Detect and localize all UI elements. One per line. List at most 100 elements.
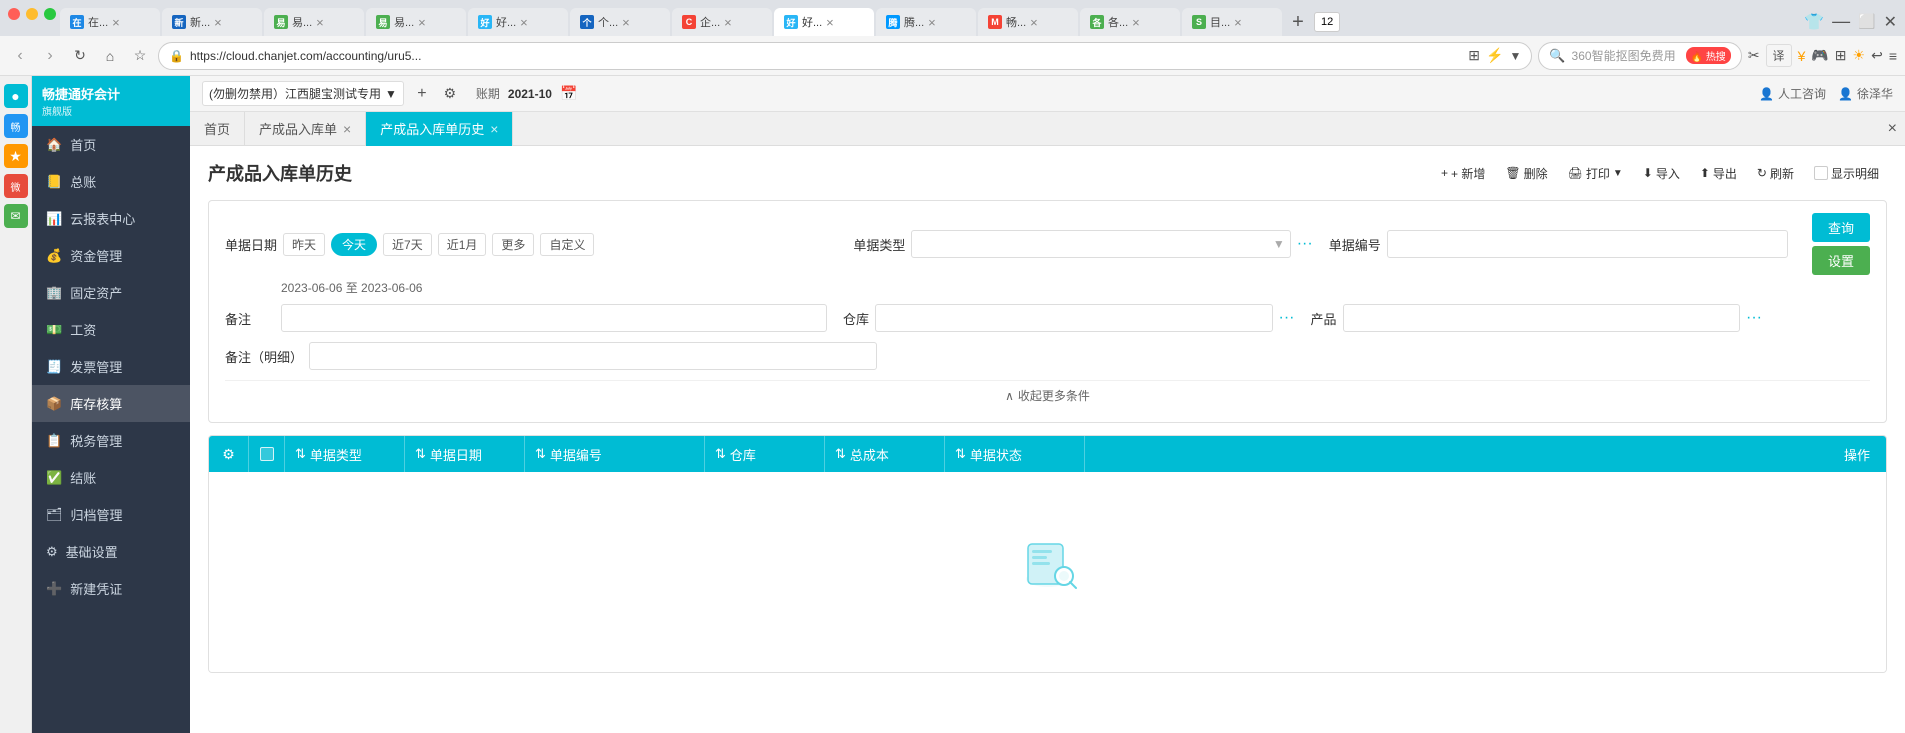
product-input[interactable] — [1343, 304, 1741, 332]
sidebar-item-inventory[interactable]: 📦 库存核算 — [32, 385, 190, 422]
window-close-btn[interactable] — [8, 8, 20, 20]
ai-consult-link[interactable]: 👤 人工咨询 — [1759, 85, 1826, 102]
tab-close-2[interactable]: × — [214, 15, 222, 30]
sidebar-item-archive[interactable]: 🗂 归档管理 — [32, 496, 190, 533]
sidebar-item-reports[interactable]: 📊 云报表中心 — [32, 200, 190, 237]
nav-favorite-btn[interactable]: ☆ — [128, 44, 152, 68]
tab-2[interactable]: 新 新... × — [162, 8, 262, 36]
sort-type-icon[interactable]: ⇅ — [295, 446, 306, 462]
tab-list[interactable]: 产成品入库单 × — [245, 112, 366, 146]
nav-forward-btn[interactable]: › — [38, 44, 62, 68]
date-btn-more[interactable]: 更多 — [492, 233, 534, 256]
th-check[interactable] — [249, 436, 285, 472]
tab-count[interactable]: 12 — [1314, 12, 1340, 32]
tab-close-11[interactable]: × — [1132, 15, 1140, 30]
th-gear[interactable]: ⚙ — [209, 436, 249, 472]
sidebar-item-basic[interactable]: ⚙ 基础设置 — [32, 533, 190, 570]
export-btn[interactable]: ⬆ 导出 — [1692, 161, 1745, 186]
sidebar-item-salary[interactable]: 💵 工资 — [32, 311, 190, 348]
date-btn-7days[interactable]: 近7天 — [383, 233, 432, 256]
tab-1[interactable]: 在 在... × — [60, 8, 160, 36]
search-360-bar[interactable]: 🔍 360智能抠图免费用 🔥 热搜 — [1538, 42, 1741, 70]
sort-date-icon[interactable]: ⇅ — [415, 446, 426, 462]
tab-close-6[interactable]: × — [622, 15, 630, 30]
tab-close-7[interactable]: × — [724, 15, 732, 30]
sort-warehouse-icon[interactable]: ⇅ — [715, 446, 726, 462]
type-dots[interactable]: ··· — [1297, 235, 1313, 253]
app-icon-cj[interactable]: 畅 — [4, 114, 28, 138]
num-input[interactable] — [1387, 230, 1788, 258]
warehouse-dots[interactable]: ··· — [1279, 309, 1295, 327]
tab-list-close[interactable]: × — [343, 121, 351, 137]
sort-status-icon[interactable]: ⇅ — [955, 446, 966, 462]
tab-close-8[interactable]: × — [826, 15, 834, 30]
date-btn-today[interactable]: 今天 — [331, 233, 377, 256]
tab-home[interactable]: 首页 — [190, 112, 245, 146]
collapse-btn[interactable]: ∧ 收起更多条件 — [993, 383, 1102, 408]
sidebar-item-newbill[interactable]: ➕ 新建凭证 — [32, 570, 190, 607]
app-icon-mail[interactable]: ✉ — [4, 204, 28, 228]
url-bar[interactable]: 🔒 https://cloud.chanjet.com/accounting/u… — [158, 42, 1532, 70]
nav-home-btn[interactable]: ⌂ — [98, 44, 122, 68]
calendar-icon[interactable]: 📅 — [560, 85, 577, 102]
more-btn[interactable]: ≡ — [1889, 48, 1897, 64]
sort-cost-icon[interactable]: ⇅ — [835, 446, 846, 462]
date-btn-1month[interactable]: 近1月 — [438, 233, 487, 256]
tab-add-btn[interactable]: + — [1284, 8, 1312, 36]
print-btn[interactable]: 🖨 打印 ▼ — [1560, 161, 1631, 186]
window-restore-btn[interactable]: ⬜ — [1858, 13, 1875, 30]
tab-close-9[interactable]: × — [928, 15, 936, 30]
sidebar-item-invoice[interactable]: 🧾 发票管理 — [32, 348, 190, 385]
warehouse-input[interactable] — [875, 304, 1273, 332]
tab-history[interactable]: 产成品入库单历史 × — [366, 112, 513, 146]
date-btn-custom[interactable]: 自定义 — [540, 233, 594, 256]
window-minimize-bar[interactable]: — — [1832, 11, 1850, 32]
tab-close-4[interactable]: × — [418, 15, 426, 30]
tab-6[interactable]: 个 个... × — [570, 8, 670, 36]
add-company-btn[interactable]: + — [412, 84, 432, 104]
window-maximize-btn[interactable] — [44, 8, 56, 20]
tab-close-1[interactable]: × — [112, 15, 120, 30]
sidebar-item-tax[interactable]: 📋 税务管理 — [32, 422, 190, 459]
tab-8-active[interactable]: 好 好... × — [774, 8, 874, 36]
note-input[interactable] — [281, 304, 827, 332]
sidebar-item-funds[interactable]: 💰 资金管理 — [32, 237, 190, 274]
content-area-close-btn[interactable]: × — [1888, 120, 1897, 138]
tab-close-3[interactable]: × — [316, 15, 324, 30]
sidebar-item-settle[interactable]: ✅ 结账 — [32, 459, 190, 496]
tab-12[interactable]: S 目... × — [1182, 8, 1282, 36]
tab-11[interactable]: 各 各... × — [1080, 8, 1180, 36]
tab-close-10[interactable]: × — [1030, 15, 1038, 30]
company-selector[interactable]: (勿删勿禁用）江西腿宝测试专用 ▼ — [202, 81, 404, 106]
app-icon-star[interactable]: ★ — [4, 144, 28, 168]
query-btn[interactable]: 查询 — [1812, 213, 1870, 242]
tab-7[interactable]: C 企... × — [672, 8, 772, 36]
nav-refresh-btn[interactable]: ↻ — [68, 44, 92, 68]
tab-5[interactable]: 好 好... × — [468, 8, 568, 36]
settings-btn[interactable]: 设置 — [1812, 246, 1870, 275]
translate-btn[interactable]: 译 — [1766, 44, 1792, 67]
refresh-btn[interactable]: ↻ 刷新 — [1749, 161, 1802, 186]
header-checkbox[interactable] — [260, 447, 274, 461]
sort-num-icon[interactable]: ⇅ — [535, 446, 546, 462]
tab-close-12[interactable]: × — [1234, 15, 1242, 30]
url-dropdown-icon[interactable]: ▼ — [1509, 49, 1521, 63]
sidebar-item-assets[interactable]: 🏢 固定资产 — [32, 274, 190, 311]
note2-input[interactable] — [309, 342, 877, 370]
date-btn-yesterday[interactable]: 昨天 — [283, 233, 325, 256]
tab-4[interactable]: 易 易... × — [366, 8, 466, 36]
type-select[interactable] — [911, 230, 1290, 258]
sidebar-item-ledger[interactable]: 📒 总账 — [32, 163, 190, 200]
tab-close-5[interactable]: × — [520, 15, 528, 30]
user-avatar[interactable]: 👤 徐泽华 — [1838, 85, 1893, 102]
tab-10[interactable]: M 畅... × — [978, 8, 1078, 36]
app-icon-360[interactable]: ● — [4, 84, 28, 108]
window-minimize-btn[interactable] — [26, 8, 38, 20]
sidebar-item-home[interactable]: 🏠 首页 — [32, 126, 190, 163]
import-btn[interactable]: ⬇ 导入 — [1635, 161, 1688, 186]
show-cols-check[interactable]: 显示明细 — [1806, 161, 1887, 186]
product-dots[interactable]: ··· — [1746, 309, 1762, 327]
settings-gear-btn[interactable]: ⚙ — [440, 84, 460, 104]
tab-9[interactable]: 腾 腾... × — [876, 8, 976, 36]
delete-btn[interactable]: 🗑 删除 — [1497, 161, 1555, 186]
